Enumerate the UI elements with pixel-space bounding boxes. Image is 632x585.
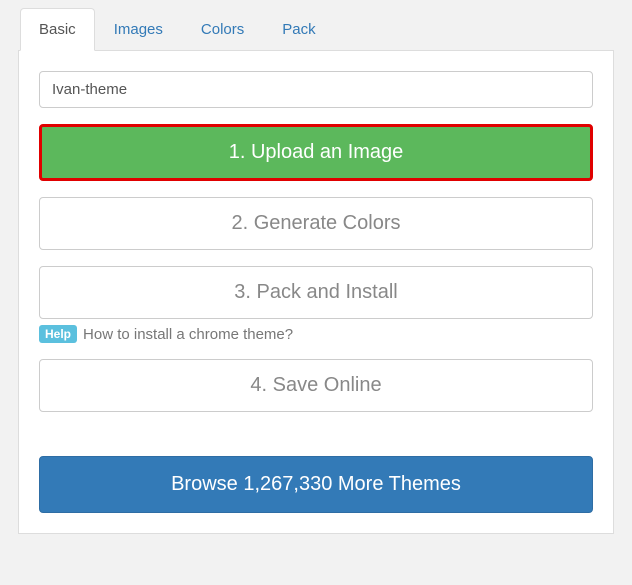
help-row: Help How to install a chrome theme? [39,325,593,343]
tab-images[interactable]: Images [95,8,182,51]
browse-themes-button[interactable]: Browse 1,267,330 More Themes [39,456,593,513]
help-text[interactable]: How to install a chrome theme? [83,326,293,343]
basic-panel: 1. Upload an Image 2. Generate Colors 3.… [18,50,614,534]
help-badge[interactable]: Help [39,325,77,343]
tab-basic[interactable]: Basic [20,8,95,51]
tab-colors[interactable]: Colors [182,8,263,51]
tabs-bar: Basic Images Colors Pack [0,0,632,51]
save-online-button[interactable]: 4. Save Online [39,359,593,412]
generate-colors-button[interactable]: 2. Generate Colors [39,197,593,250]
tab-pack[interactable]: Pack [263,8,334,51]
page-container: Basic Images Colors Pack 1. Upload an Im… [0,0,632,534]
pack-install-button[interactable]: 3. Pack and Install [39,266,593,319]
upload-image-button[interactable]: 1. Upload an Image [39,124,593,181]
theme-name-input[interactable] [39,71,593,108]
